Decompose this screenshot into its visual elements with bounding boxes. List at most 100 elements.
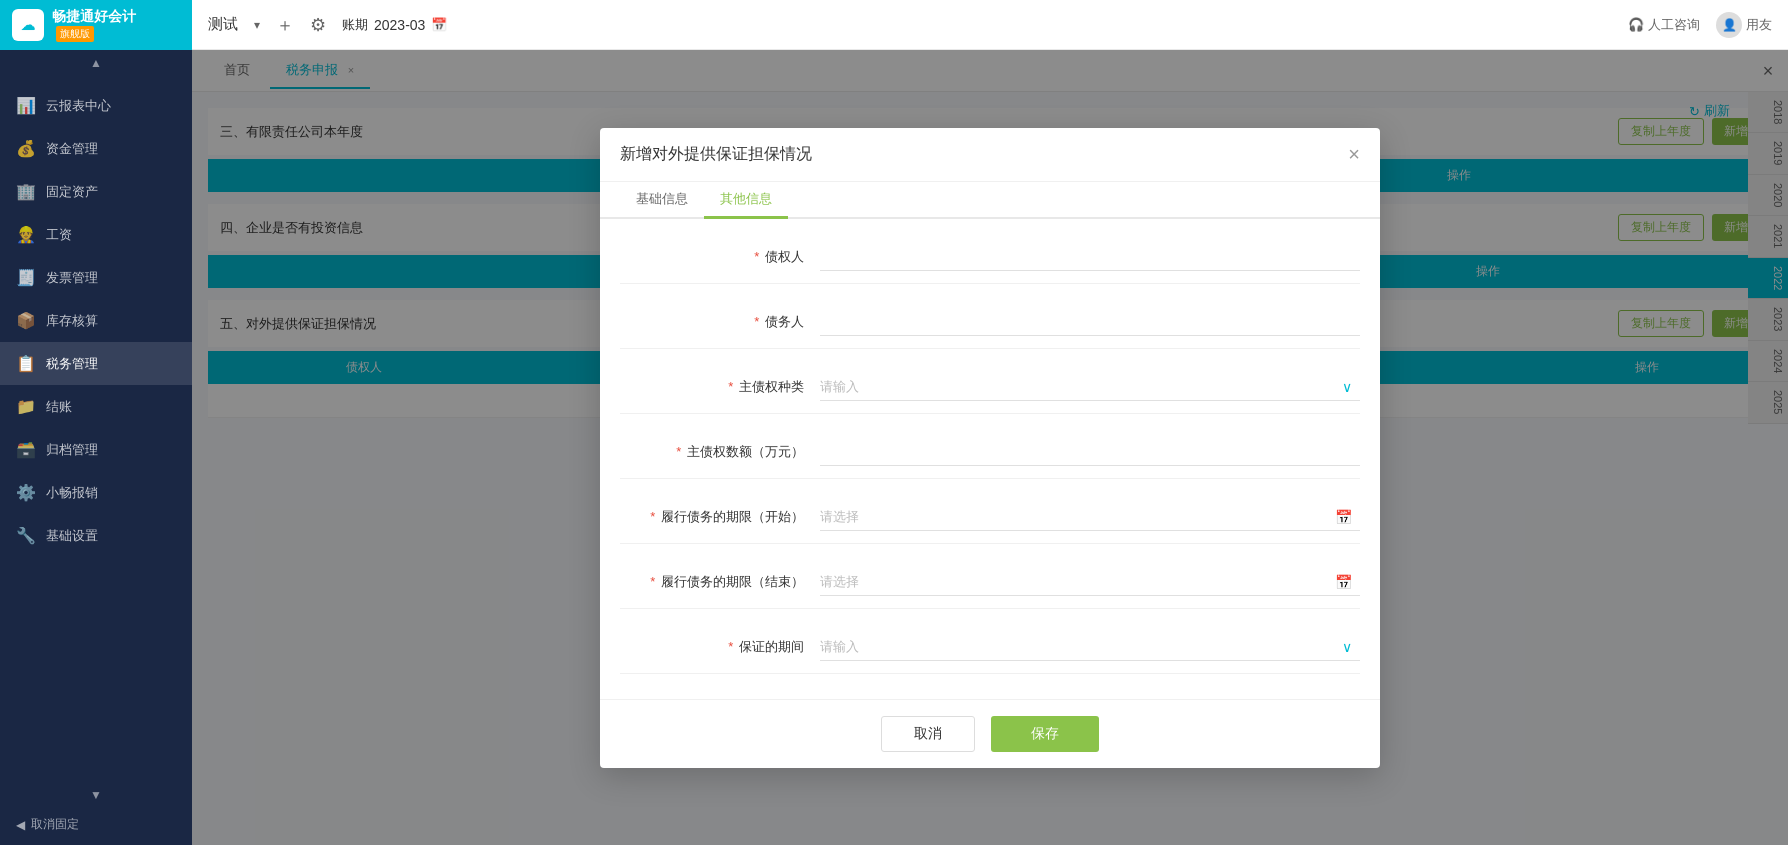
input-lxqixian-start[interactable] <box>820 503 1360 531</box>
form-row-zhuzhaiquanzhonglei: * 主债权种类 ∨ <box>620 373 1360 414</box>
modal-body: * 债权人 * 债务人 <box>600 219 1380 699</box>
input-zhuzhaiquanzhonglei[interactable] <box>820 373 1360 401</box>
sidebar-item-guidang[interactable]: 🗃️ 归档管理 <box>0 428 192 471</box>
modal-overlay: 新增对外提供保证担保情况 × 基础信息 其他信息 <box>192 50 1788 845</box>
required-star2: * <box>754 314 759 329</box>
period-value: 2023-03 <box>374 17 425 33</box>
sidebar-item-gongzi[interactable]: 👷 工资 <box>0 213 192 256</box>
app-title-block: 畅捷通好会计 旗舰版 <box>52 8 136 42</box>
zijin-icon: 💰 <box>16 139 36 158</box>
avatar: 👤 <box>1716 12 1742 38</box>
modal-header: 新增对外提供保证担保情况 × <box>600 128 1380 182</box>
label-lxqixian-end: * 履行债务的期限（结束） <box>620 573 820 591</box>
input-zhaiwuren[interactable] <box>820 308 1360 336</box>
input-baozhengqijian[interactable] <box>820 633 1360 661</box>
sidebar-label-zijin: 资金管理 <box>46 140 98 158</box>
service-label: 人工咨询 <box>1648 16 1700 34</box>
sidebar-label-kucun: 库存核算 <box>46 312 98 330</box>
form-row-zhaiquanren: * 债权人 <box>620 243 1360 284</box>
sidebar-cancel-pin[interactable]: ◀ 取消固定 <box>0 808 192 845</box>
modal-footer: 取消 保存 <box>600 699 1380 768</box>
sidebar-item-shuiwu[interactable]: 📋 税务管理 <box>0 342 192 385</box>
sidebar-item-xiaochang[interactable]: ⚙️ 小畅报销 <box>0 471 192 514</box>
modal-sub-tabs: 基础信息 其他信息 <box>600 182 1380 219</box>
cancel-pin-icon: ◀ <box>16 818 25 832</box>
sidebar-item-jichushezhi[interactable]: 🔧 基础设置 <box>0 514 192 557</box>
sidebar-label-guidang: 归档管理 <box>46 441 98 459</box>
sidebar-header: ☁ 畅捷通好会计 旗舰版 <box>0 0 192 50</box>
main-area: 测试 ▾ ＋ ⚙ 账期 2023-03 📅 🎧 人工咨询 👤 用友 <box>192 0 1788 845</box>
input-baozhengfangshi[interactable] <box>820 698 1360 699</box>
topbar-right: 🎧 人工咨询 👤 用友 <box>1628 12 1772 38</box>
modal-tab-basic[interactable]: 基础信息 <box>620 182 704 219</box>
field-lxqixian-start: 📅 <box>820 503 1360 531</box>
sidebar-item-yunbao[interactable]: 📊 云报表中心 <box>0 84 192 127</box>
required-star4: * <box>676 444 681 459</box>
service-button[interactable]: 🎧 人工咨询 <box>1628 16 1700 34</box>
label-zhaiwuren: * 债务人 <box>620 313 820 331</box>
cancel-pin-label: 取消固定 <box>31 816 79 833</box>
sidebar-item-zijin[interactable]: 💰 资金管理 <box>0 127 192 170</box>
sidebar-label-jiezhang: 结账 <box>46 398 72 416</box>
guidang-icon: 🗃️ <box>16 440 36 459</box>
settings-button[interactable]: ⚙ <box>310 14 326 36</box>
app-edition: 旗舰版 <box>52 26 136 42</box>
edition-badge: 旗舰版 <box>56 26 94 42</box>
required-star5: * <box>650 509 655 524</box>
sidebar-label-gongzi: 工资 <box>46 226 72 244</box>
required-star7: * <box>728 639 733 654</box>
input-zhuzhaiquanshue[interactable] <box>820 438 1360 466</box>
label-zhuzhaiquanshue: * 主债权数额（万元） <box>620 443 820 461</box>
sidebar-label-gudingzichan: 固定资产 <box>46 183 98 201</box>
input-zhaiquanren[interactable] <box>820 243 1360 271</box>
label-baozhengqijian: * 保证的期间 <box>620 638 820 656</box>
field-baozhengqijian: ∨ <box>820 633 1360 661</box>
add-button[interactable]: ＋ <box>276 13 294 37</box>
cancel-button[interactable]: 取消 <box>881 716 975 752</box>
jichushezhi-icon: 🔧 <box>16 526 36 545</box>
sidebar-label-shuiwu: 税务管理 <box>46 355 98 373</box>
sidebar-item-kucun[interactable]: 📦 库存核算 <box>0 299 192 342</box>
required-star: * <box>754 249 759 264</box>
modal-dialog: 新增对外提供保证担保情况 × 基础信息 其他信息 <box>600 128 1380 768</box>
kucun-icon: 📦 <box>16 311 36 330</box>
form-row-baozhengqijian: * 保证的期间 ∨ <box>620 633 1360 674</box>
app-name: 畅捷通好会计 <box>52 8 136 26</box>
headset-icon: 🎧 <box>1628 17 1644 32</box>
content-area: 首页 税务申报 × × ↻ 刷新 三、有限责任公司本年度 <box>192 50 1788 845</box>
yunbao-icon: 📊 <box>16 96 36 115</box>
user-label: 用友 <box>1746 16 1772 34</box>
field-zhuzhaiquanshue <box>820 438 1360 466</box>
label-zhuzhaiquanzhonglei: * 主债权种类 <box>620 378 820 396</box>
shuiwu-icon: 📋 <box>16 354 36 373</box>
label-zhaiquanren: * 债权人 <box>620 248 820 266</box>
sidebar-label-fapiao: 发票管理 <box>46 269 98 287</box>
jiezhang-icon: 📁 <box>16 397 36 416</box>
save-button[interactable]: 保存 <box>991 716 1099 752</box>
sidebar-item-jiezhang[interactable]: 📁 结账 <box>0 385 192 428</box>
label-lxqixian-start: * 履行债务的期限（开始） <box>620 508 820 526</box>
form-row-zhuzhaiquanshue: * 主债权数额（万元） <box>620 438 1360 479</box>
fapiao-icon: 🧾 <box>16 268 36 287</box>
sidebar-item-gudingzichan[interactable]: 🏢 固定资产 <box>0 170 192 213</box>
modal-tab-other[interactable]: 其他信息 <box>704 182 788 219</box>
topbar: 测试 ▾ ＋ ⚙ 账期 2023-03 📅 🎧 人工咨询 👤 用友 <box>192 0 1788 50</box>
period-label: 账期 <box>342 16 368 34</box>
period-calendar-icon[interactable]: 📅 <box>431 17 447 32</box>
sidebar-scroll-down[interactable]: ▼ <box>0 782 192 808</box>
form-row-lxqixian-start: * 履行债务的期限（开始） 📅 <box>620 503 1360 544</box>
sidebar-label-xiaochang: 小畅报销 <box>46 484 98 502</box>
form-row-zhaiwuren: * 债务人 <box>620 308 1360 349</box>
sidebar-item-fapiao[interactable]: 🧾 发票管理 <box>0 256 192 299</box>
form-row-lxqixian-end: * 履行债务的期限（结束） 📅 <box>620 568 1360 609</box>
modal-close-button[interactable]: × <box>1348 144 1360 164</box>
company-dropdown[interactable]: ▾ <box>254 18 260 32</box>
sidebar-label-yunbao: 云报表中心 <box>46 97 111 115</box>
input-lxqixian-end[interactable] <box>820 568 1360 596</box>
modal-title: 新增对外提供保证担保情况 <box>620 144 812 165</box>
field-zhaiwuren <box>820 308 1360 336</box>
sidebar-scroll-up[interactable]: ▲ <box>0 50 192 76</box>
field-lxqixian-end: 📅 <box>820 568 1360 596</box>
user-button[interactable]: 👤 用友 <box>1716 12 1772 38</box>
sidebar-label-jichushezhi: 基础设置 <box>46 527 98 545</box>
